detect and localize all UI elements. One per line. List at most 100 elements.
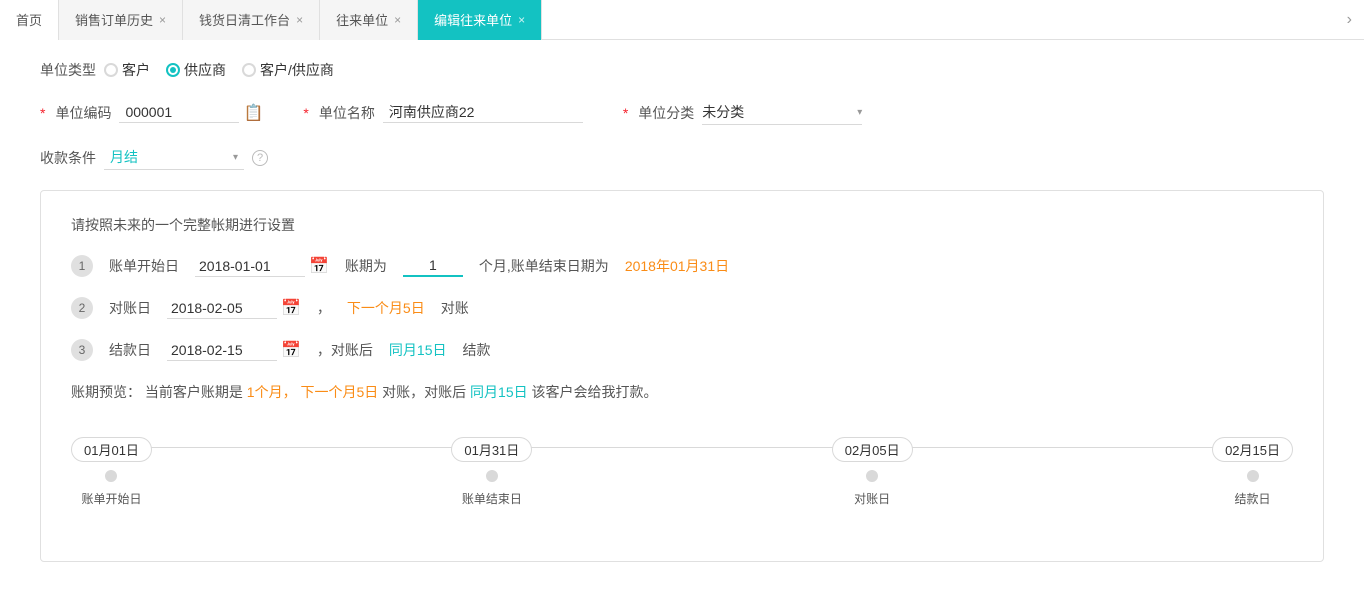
step-1-num: 1 — [71, 255, 93, 277]
radio-supplier-circle — [166, 63, 180, 77]
unit-code-icon[interactable]: 📋 — [243, 103, 263, 123]
timeline-label-4: 结款日 — [1235, 490, 1271, 507]
tab-partner-units[interactable]: 往来单位 × — [320, 0, 418, 40]
payment-terms-select[interactable]: 月结 ▾ — [104, 145, 244, 170]
timeline-badge-4: 02月15日 — [1212, 437, 1293, 462]
tab-edit-partner-label: 编辑往来单位 — [434, 10, 512, 29]
step-3-prefix-text: ，对账后 — [317, 340, 373, 360]
step-1-period-suffix: 个月,账单结束日期为 — [479, 256, 609, 276]
panel-hint: 请按照未来的一个完整帐期进行设置 — [71, 215, 1293, 235]
timeline-dot-3 — [866, 470, 878, 482]
step-2-num: 2 — [71, 297, 93, 319]
unit-category-label: 单位分类 — [638, 103, 694, 123]
radio-customer[interactable]: 客户 — [104, 60, 150, 80]
tab-cash-ledger-close[interactable]: × — [296, 14, 303, 26]
unit-type-label: 单位类型 — [40, 60, 96, 80]
timeline-badge-3: 02月05日 — [832, 437, 913, 462]
step-3-date-input[interactable] — [167, 340, 277, 361]
radio-both-label: 客户/供应商 — [260, 60, 334, 80]
timeline-badge-2: 01月31日 — [451, 437, 532, 462]
timeline-dot-1 — [105, 470, 117, 482]
preview-period: 1个月， — [247, 384, 297, 400]
step-2-date-wrap: 📅 — [167, 298, 301, 319]
step-2-label: 对账日 — [109, 298, 151, 318]
payment-terms-value: 月结 — [110, 147, 229, 167]
tab-sales-order[interactable]: 销售订单历史 × — [59, 0, 183, 40]
payment-terms-help-icon[interactable]: ? — [252, 150, 268, 166]
category-chevron-icon: ▾ — [857, 107, 862, 118]
unit-name-input[interactable] — [383, 102, 583, 123]
step-1-period-input[interactable] — [403, 255, 463, 277]
tab-partner-units-close[interactable]: × — [394, 14, 401, 26]
timeline-date-1: 01月01日 — [84, 443, 139, 458]
tab-cash-ledger-label: 钱货日清工作台 — [199, 10, 290, 29]
tab-edit-partner-close[interactable]: × — [518, 14, 525, 26]
unit-name-label: 单位名称 — [319, 103, 375, 123]
timeline: 01月01日 账单开始日 01月31日 账单结束日 02月05日 — [71, 427, 1293, 537]
preview-text-5: 该客户会给我打款。 — [532, 384, 658, 400]
radio-customer-circle — [104, 63, 118, 77]
payment-terms-group: 收款条件 月结 ▾ ? — [40, 145, 268, 170]
step-1-label: 账单开始日 — [109, 256, 179, 276]
radio-supplier[interactable]: 供应商 — [166, 60, 226, 80]
timeline-label-1: 账单开始日 — [81, 490, 141, 507]
step-3-after-text: 结款 — [463, 340, 491, 360]
tab-sales-order-label: 销售订单历史 — [75, 10, 153, 29]
unit-code-input[interactable] — [119, 102, 239, 123]
unit-category-group: * 单位分类 未分类 ▾ — [623, 100, 862, 125]
tab-home[interactable]: 首页 — [0, 0, 59, 40]
step-3-same-month: 同月15日 — [389, 340, 447, 360]
unit-name-group: * 单位名称 — [303, 102, 582, 123]
step-1-date-input[interactable] — [195, 256, 305, 277]
unit-code-input-wrap: 📋 — [119, 102, 263, 123]
tab-edit-partner[interactable]: 编辑往来单位 × — [418, 0, 542, 40]
settings-panel: 请按照未来的一个完整帐期进行设置 1 账单开始日 📅 账期为 个月,账单结束日期… — [40, 190, 1324, 562]
tab-partner-units-label: 往来单位 — [336, 10, 388, 29]
timeline-label-3: 对账日 — [854, 490, 890, 507]
radio-supplier-label: 供应商 — [184, 60, 226, 80]
tab-expand-button[interactable]: › — [1335, 11, 1364, 29]
main-content: 单位类型 客户 供应商 客户/供应商 * 单位编码 — [0, 40, 1364, 608]
step-1-cal-icon[interactable]: 📅 — [309, 256, 329, 276]
timeline-node-4: 02月15日 结款日 — [1212, 437, 1293, 507]
radio-customer-label: 客户 — [122, 60, 150, 80]
unit-code-label: 单位编码 — [55, 103, 111, 123]
preview-text-3: 对账，对账后 — [382, 384, 466, 400]
payment-terms-row: 收款条件 月结 ▾ ? — [40, 145, 1324, 170]
tab-cash-ledger[interactable]: 钱货日清工作台 × — [183, 0, 320, 40]
step-2-date-input[interactable] — [167, 298, 277, 319]
radio-both-circle — [242, 63, 256, 77]
step-2-row: 2 对账日 📅 ， 下一个月5日 对账 — [71, 297, 1293, 319]
timeline-nodes: 01月01日 账单开始日 01月31日 账单结束日 02月05日 — [71, 437, 1293, 507]
timeline-node-1: 01月01日 账单开始日 — [71, 437, 152, 507]
radio-both[interactable]: 客户/供应商 — [242, 60, 334, 80]
timeline-dot-4 — [1247, 470, 1259, 482]
unit-category-select[interactable]: 未分类 ▾ — [702, 100, 862, 125]
unit-code-group: * 单位编码 📋 — [40, 102, 263, 123]
tab-sales-order-close[interactable]: × — [159, 14, 166, 26]
timeline-node-2: 01月31日 账单结束日 — [451, 437, 532, 507]
payment-terms-chevron-icon: ▾ — [233, 152, 238, 163]
step-1-row: 1 账单开始日 📅 账期为 个月,账单结束日期为 2018年01月31日 — [71, 255, 1293, 277]
step-2-prefix-text: ， — [317, 298, 331, 318]
unit-category-required: * — [623, 105, 628, 121]
timeline-node-3: 02月05日 对账日 — [832, 437, 913, 507]
unit-info-row: * 单位编码 📋 * 单位名称 * 单位分类 未分类 ▾ — [40, 100, 1324, 125]
step-2-next-month: 下一个月5日 — [347, 298, 425, 318]
unit-type-radio-group: 客户 供应商 客户/供应商 — [104, 60, 334, 80]
preview-text: 账期预览： 当前客户账期是 1个月， 下一个月5日 对账，对账后 同月15日 该… — [71, 381, 1293, 403]
timeline-date-4: 02月15日 — [1225, 443, 1280, 458]
payment-terms-label: 收款条件 — [40, 148, 96, 168]
step-3-row: 3 结款日 📅 ，对账后 同月15日 结款 — [71, 339, 1293, 361]
step-3-cal-icon[interactable]: 📅 — [281, 340, 301, 360]
step-2-after-text: 对账 — [441, 298, 469, 318]
unit-type-group: 单位类型 客户 供应商 客户/供应商 — [40, 60, 334, 80]
step-2-cal-icon[interactable]: 📅 — [281, 298, 301, 318]
preview-text-4: 同月15日 — [470, 384, 528, 400]
unit-type-row: 单位类型 客户 供应商 客户/供应商 — [40, 60, 1324, 80]
timeline-label-2: 账单结束日 — [462, 490, 522, 507]
timeline-date-3: 02月05日 — [845, 443, 900, 458]
tab-home-label: 首页 — [16, 10, 42, 29]
step-1-end-date: 2018年01月31日 — [625, 256, 729, 276]
tab-bar: 首页 销售订单历史 × 钱货日清工作台 × 往来单位 × 编辑往来单位 × › — [0, 0, 1364, 40]
